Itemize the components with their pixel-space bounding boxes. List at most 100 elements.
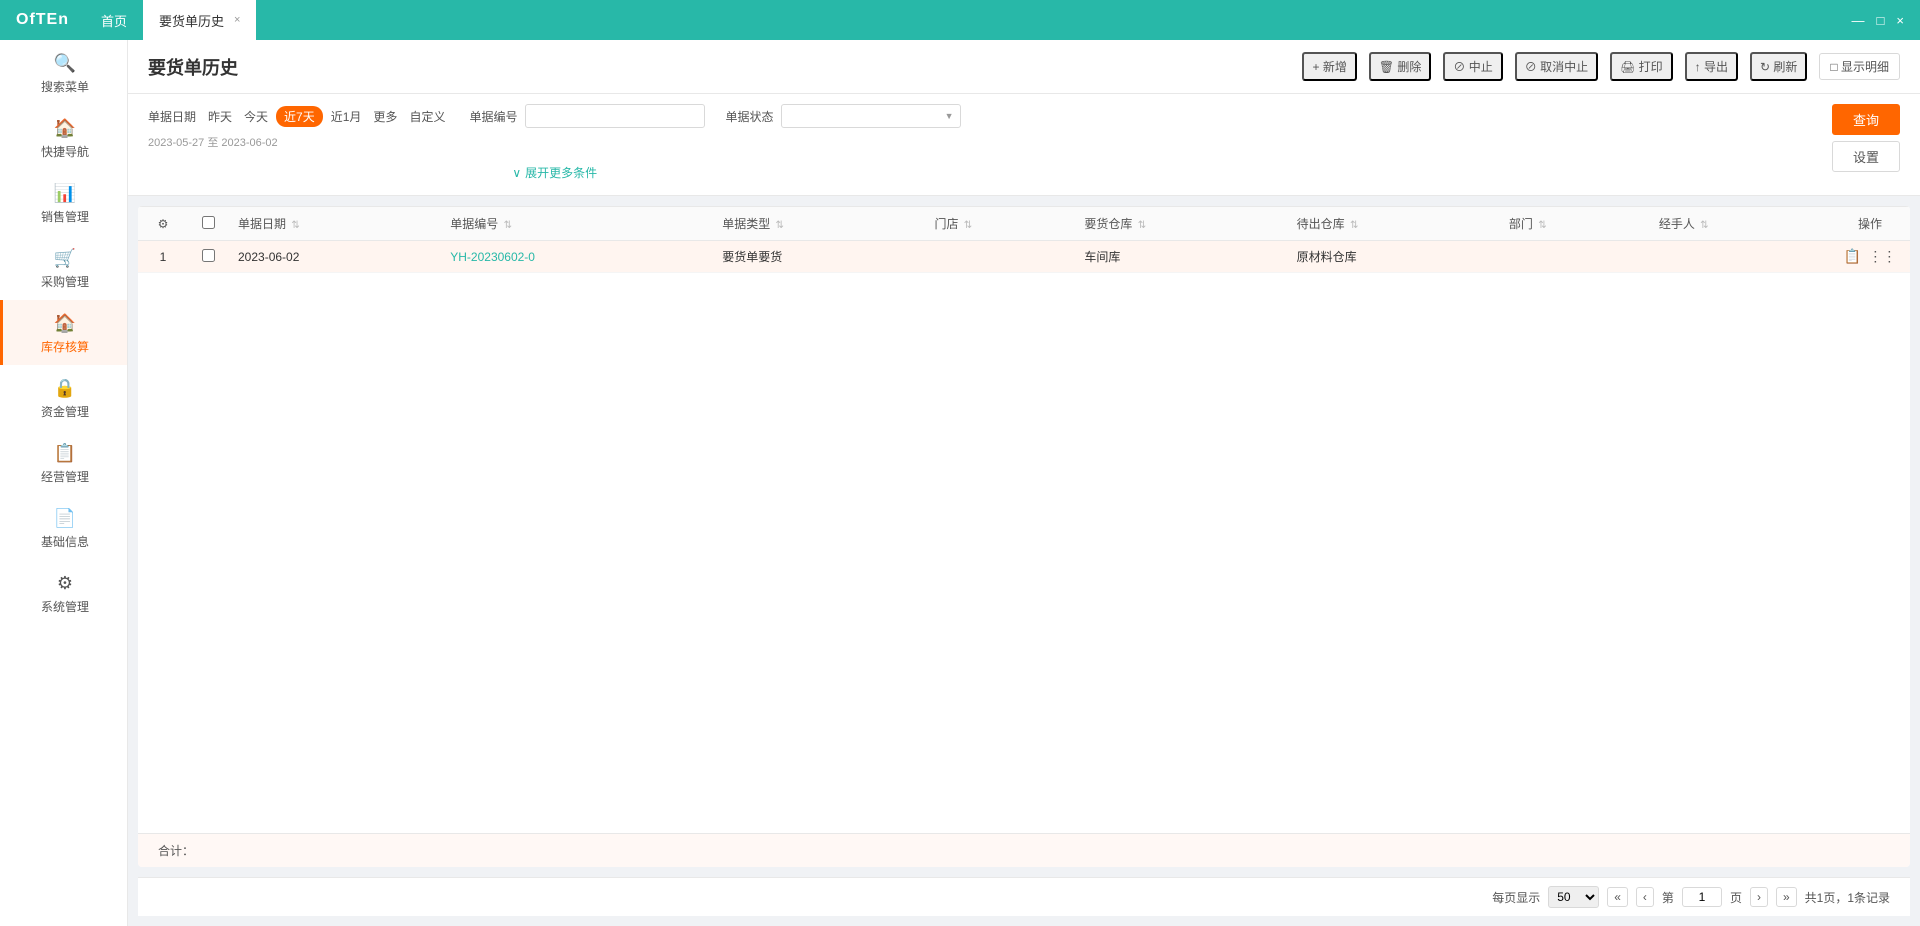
sort-icon-order-no[interactable]: ⇅ (504, 220, 512, 231)
date-shortcut-yesterday[interactable]: 昨天 (204, 106, 236, 127)
tab-home[interactable]: 首页 (85, 0, 143, 40)
query-button[interactable]: 查询 (1832, 104, 1900, 135)
settings-icon[interactable]: ⚙ (158, 217, 169, 231)
sort-icon-date[interactable]: ⇅ (291, 220, 299, 231)
top-bar-right: — □ × (1852, 13, 1920, 28)
refresh-button[interactable]: ↻ 刷新 (1750, 52, 1807, 81)
stop-button[interactable]: ⊘ 中止 (1443, 52, 1502, 81)
table-row: 1 2023-06-02 YH-20230602-0 要货单要货 车间库 原材料… (138, 241, 1910, 273)
display-detail-button[interactable]: □ 显示明细 (1819, 53, 1900, 80)
row-checkbox[interactable] (202, 249, 215, 262)
sidebar-item-search-menu[interactable]: 🔍 搜索菜单 (0, 40, 127, 105)
date-shortcut-custom[interactable]: 自定义 (405, 106, 449, 127)
order-no-label: 单据编号 (469, 108, 517, 125)
sidebar-item-quick-nav[interactable]: 🏠 快捷导航 (0, 105, 127, 170)
tab-home-label: 首页 (101, 11, 127, 30)
date-shortcuts: 昨天 今天 近7天 近1月 更多 自定义 (204, 106, 449, 127)
sort-icon-handler[interactable]: ⇅ (1700, 220, 1708, 231)
date-shortcut-today[interactable]: 今天 (240, 106, 272, 127)
th-dept-label: 部门 (1509, 217, 1533, 231)
date-range-display: 2023-05-27 至 2023-06-02 (148, 134, 961, 150)
sort-icon-store[interactable]: ⇅ (964, 220, 972, 231)
first-page-button[interactable]: « (1607, 887, 1628, 907)
tab-order-history[interactable]: 要货单历史 × (143, 0, 256, 40)
setting-button[interactable]: 设置 (1832, 141, 1900, 172)
page-number-input[interactable] (1682, 887, 1722, 907)
filter-group-status: 单据状态 (725, 104, 961, 128)
inventory-icon: 🏠 (54, 314, 76, 332)
sort-icon-order-type[interactable]: ⇅ (776, 220, 784, 231)
row-num: 1 (138, 241, 188, 273)
op-more-icon[interactable]: ⋮⋮ (1866, 246, 1898, 266)
expand-more-button[interactable]: ∨ 展开更多条件 (148, 160, 961, 185)
basic-info-icon: 📄 (54, 509, 76, 527)
select-all-checkbox[interactable] (202, 216, 215, 229)
sidebar-item-sales-mgmt-label: 销售管理 (41, 208, 89, 225)
sidebar-item-basic-info-label: 基础信息 (41, 533, 89, 550)
sidebar-item-purchase-mgmt-label: 采购管理 (41, 273, 89, 290)
th-order-no-label: 单据编号 (450, 217, 498, 231)
table-footer: 合计： (138, 833, 1910, 867)
row-date: 2023-06-02 (228, 241, 440, 273)
page-unit: 页 (1730, 889, 1742, 906)
quick-nav-icon: 🏠 (54, 119, 76, 137)
date-shortcut-1month[interactable]: 近1月 (327, 106, 366, 127)
search-menu-icon: 🔍 (54, 54, 76, 72)
next-page-button[interactable]: › (1750, 887, 1768, 907)
row-ops: 📋 ⋮⋮ (1830, 241, 1910, 273)
sidebar-item-ops-mgmt-label: 经营管理 (41, 468, 89, 485)
tab-order-history-close[interactable]: × (234, 14, 240, 26)
sidebar: 🔍 搜索菜单 🏠 快捷导航 📊 销售管理 🛒 采购管理 🏠 库存核算 🔒 资金管… (0, 40, 128, 926)
filter-group-date: 单据日期 昨天 今天 近7天 近1月 更多 自定义 (148, 106, 449, 127)
window-close[interactable]: × (1896, 13, 1904, 28)
data-table: ⚙ 单据日期 ⇅ 单据编号 ⇅ (138, 206, 1910, 273)
sidebar-item-basic-info[interactable]: 📄 基础信息 (0, 495, 127, 560)
row-order-type: 要货单要货 (712, 241, 924, 273)
page-size-label: 每页显示 (1492, 889, 1540, 906)
prev-page-button[interactable]: ‹ (1636, 887, 1654, 907)
op-view-icon[interactable]: 📋 (1842, 246, 1863, 266)
sidebar-item-system-mgmt[interactable]: ⚙ 系统管理 (0, 560, 127, 625)
delete-button[interactable]: 🗑 删除 (1369, 52, 1432, 81)
export-button[interactable]: ↑ 导出 (1685, 52, 1738, 81)
sort-icon-req-warehouse[interactable]: ⇅ (1138, 220, 1146, 231)
sort-icon-pending-warehouse[interactable]: ⇅ (1350, 220, 1358, 231)
th-handler: 经手人 ⇅ (1649, 207, 1830, 241)
row-dept (1499, 241, 1649, 273)
th-req-warehouse: 要货仓库 ⇅ (1074, 207, 1286, 241)
page-size-select[interactable]: 50 20 100 (1548, 886, 1599, 908)
order-no-input[interactable] (525, 104, 705, 128)
table-wrapper: ⚙ 单据日期 ⇅ 单据编号 ⇅ (138, 206, 1910, 867)
page-header: 要货单历史 + 新增 🗑 删除 ⊘ 中止 ⊘ 取消中止 🖨 打印 ↑ 导出 ↻ … (128, 40, 1920, 94)
window-maximize[interactable]: □ (1877, 13, 1885, 28)
status-select[interactable] (781, 104, 961, 128)
sidebar-item-ops-mgmt[interactable]: 📋 经营管理 (0, 430, 127, 495)
filter-actions: 查询 设置 (1832, 104, 1900, 172)
sales-mgmt-icon: 📊 (54, 184, 76, 202)
total-info: 共1页，1条记录 (1805, 889, 1890, 906)
new-button[interactable]: + 新增 (1302, 52, 1356, 81)
col-settings: ⚙ (138, 207, 188, 241)
page-title: 要货单历史 (148, 54, 238, 80)
main-layout: 🔍 搜索菜单 🏠 快捷导航 📊 销售管理 🛒 采购管理 🏠 库存核算 🔒 资金管… (0, 40, 1920, 926)
row-order-no-link[interactable]: YH-20230602-0 (450, 250, 535, 264)
filter-group-order-no: 单据编号 (469, 104, 705, 128)
row-handler (1649, 241, 1830, 273)
print-button[interactable]: 🖨 打印 (1610, 52, 1673, 81)
th-handler-label: 经手人 (1659, 217, 1695, 231)
finance-mgmt-icon: 🔒 (54, 379, 76, 397)
sidebar-item-finance-mgmt[interactable]: 🔒 资金管理 (0, 365, 127, 430)
row-req-warehouse: 车间库 (1074, 241, 1286, 273)
row-order-no: YH-20230602-0 (440, 241, 712, 273)
sidebar-item-finance-mgmt-label: 资金管理 (41, 403, 89, 420)
sidebar-item-purchase-mgmt[interactable]: 🛒 采购管理 (0, 235, 127, 300)
date-shortcut-more[interactable]: 更多 (369, 106, 401, 127)
brand-logo: OfTEn (0, 11, 85, 29)
date-shortcut-7days[interactable]: 近7天 (276, 106, 323, 127)
cancel-stop-button[interactable]: ⊘ 取消中止 (1515, 52, 1598, 81)
sidebar-item-sales-mgmt[interactable]: 📊 销售管理 (0, 170, 127, 235)
last-page-button[interactable]: » (1776, 887, 1797, 907)
sidebar-item-inventory[interactable]: 🏠 库存核算 (0, 300, 127, 365)
window-minimize[interactable]: — (1852, 13, 1865, 28)
sort-icon-dept[interactable]: ⇅ (1538, 220, 1546, 231)
